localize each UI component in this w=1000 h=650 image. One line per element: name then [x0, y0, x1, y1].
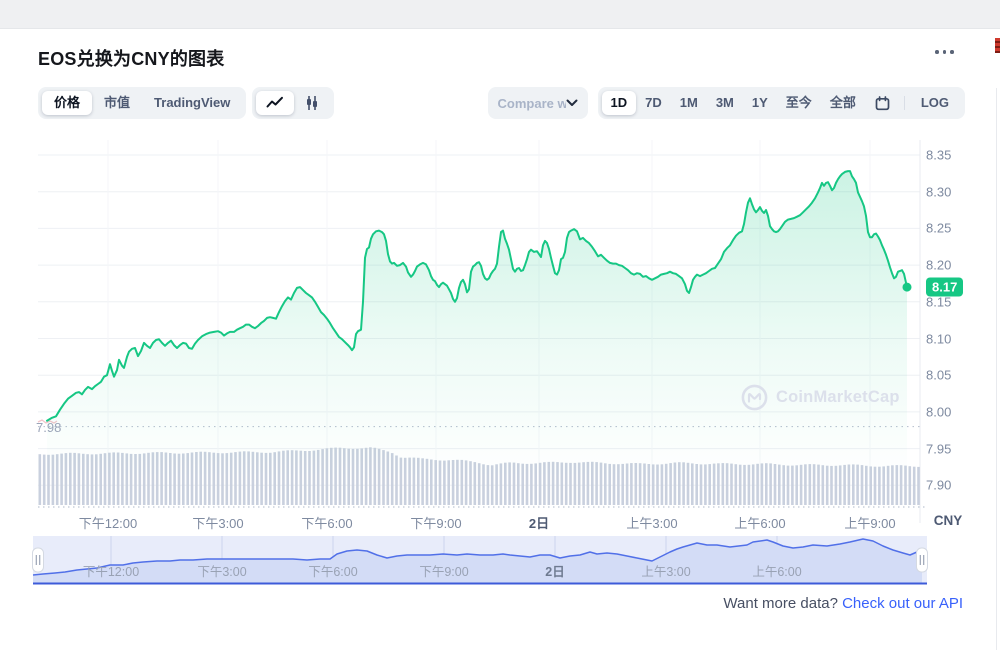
y-axis-label: 7.90: [926, 478, 951, 493]
price-chart-canvas[interactable]: [0, 0, 1000, 650]
x-axis-label: 2日: [529, 513, 549, 532]
x-axis-label: 下午3:00: [192, 513, 243, 532]
api-link[interactable]: Check out our API: [842, 595, 963, 612]
brush-x-label: 2日: [545, 561, 564, 580]
api-promo: Want more data? Check out our API: [723, 595, 963, 612]
last-price-dot: [903, 283, 912, 292]
clipped-icon-right-edge: [995, 38, 1000, 53]
quote-currency-label: CNY: [934, 513, 963, 528]
adjacent-card-edge: [996, 88, 997, 650]
x-axis-label: 下午12:00: [79, 513, 138, 532]
brush-x-label: 上午6:00: [752, 561, 801, 580]
y-axis-label: 8.25: [926, 221, 951, 236]
api-promo-text: Want more data?: [723, 595, 838, 612]
x-axis-label: 上午9:00: [844, 513, 895, 532]
y-axis-label: 8.35: [926, 148, 951, 163]
y-axis-label: 8.10: [926, 331, 951, 346]
y-axis-label: 8.30: [926, 184, 951, 199]
x-axis-label: 下午9:00: [410, 513, 461, 532]
brush-handle-right[interactable]: [917, 548, 928, 572]
brush-x-label: 下午9:00: [419, 561, 468, 580]
brush-x-label: 下午3:00: [197, 561, 246, 580]
current-price-badge: 8.17: [926, 278, 963, 297]
brush-x-label: 上午3:00: [641, 561, 690, 580]
brush-x-label: 下午12:00: [83, 561, 139, 580]
y-axis-label: 7.95: [926, 441, 951, 456]
y-axis-label: 8.05: [926, 368, 951, 383]
x-axis-label: 上午6:00: [734, 513, 785, 532]
y-axis-label: 8.00: [926, 404, 951, 419]
brush-x-label: 下午6:00: [308, 561, 357, 580]
x-axis-label: 下午6:00: [301, 513, 352, 532]
period-low-label: 7.98: [36, 420, 61, 435]
brush-handle-left[interactable]: [33, 548, 44, 572]
y-axis-label: 8.20: [926, 258, 951, 273]
x-axis-label: 上午3:00: [626, 513, 677, 532]
